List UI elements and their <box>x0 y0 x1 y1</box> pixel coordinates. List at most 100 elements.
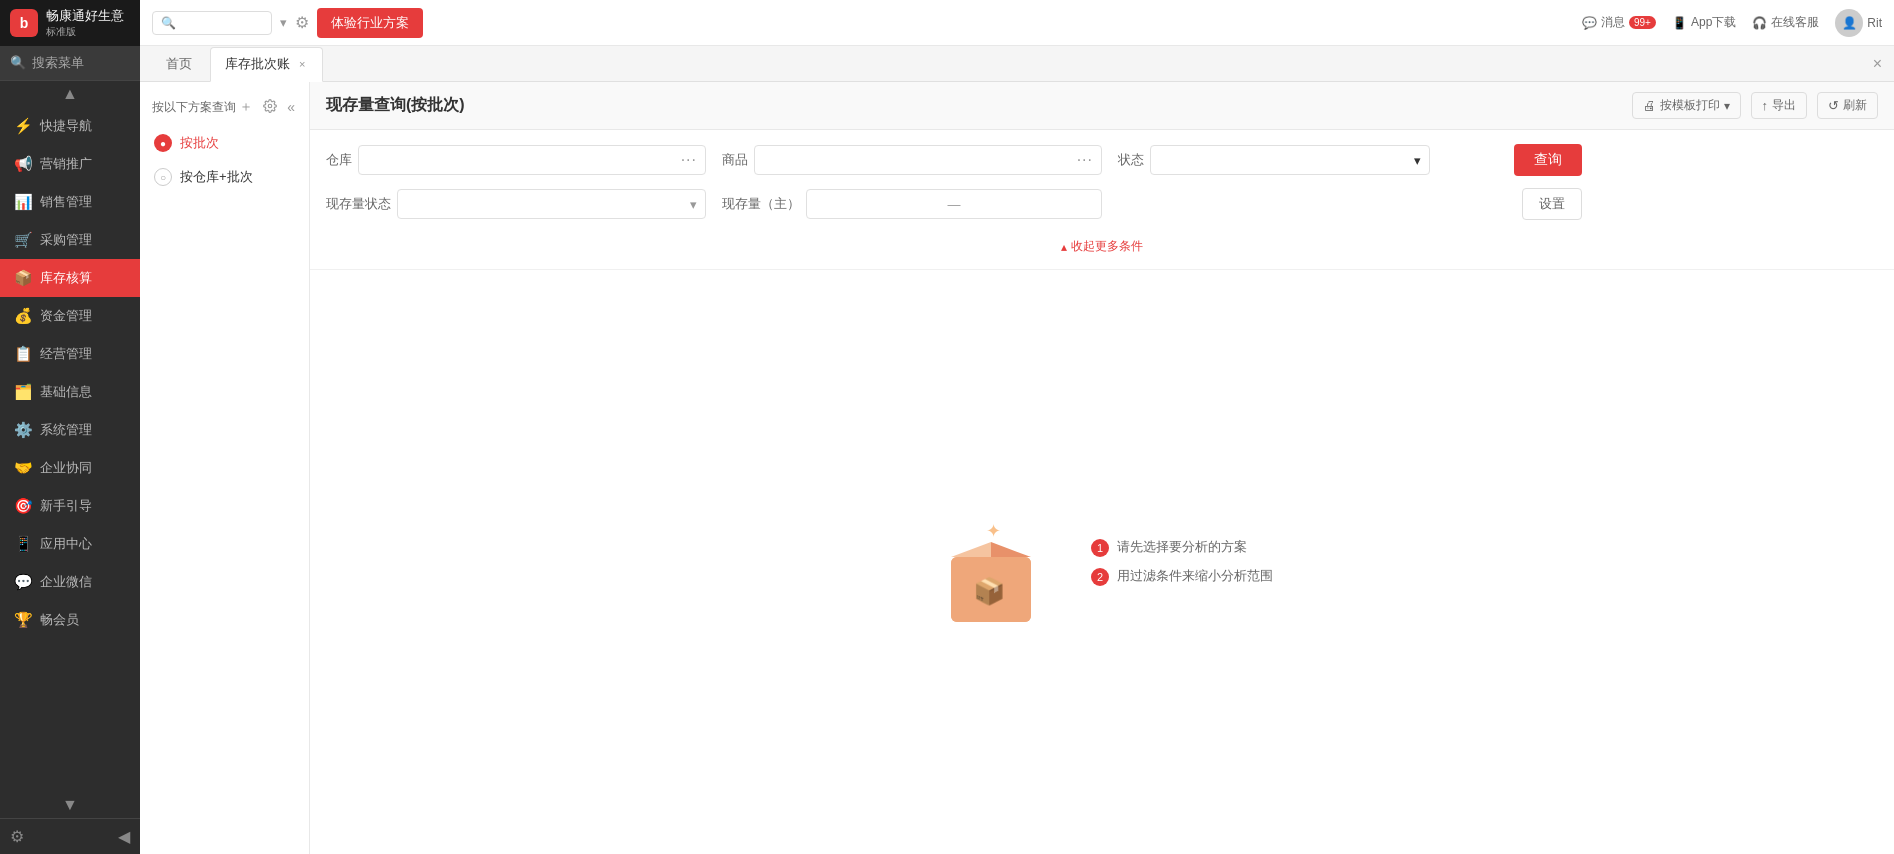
sidebar-item-wechat[interactable]: 💬 企业微信 <box>0 563 140 601</box>
empty-state: ✦ 📦 1 请先选择要分析的方案 2 用过滤条件来缩小分析范围 <box>310 270 1894 854</box>
brand-sub: 标准版 <box>46 25 124 38</box>
finance-icon: 💰 <box>14 307 32 325</box>
sidebar-item-sales[interactable]: 📊 销售管理 <box>0 183 140 221</box>
tab-inventory-batch[interactable]: 库存批次账 × <box>210 47 323 82</box>
add-plan-btn[interactable]: ＋ <box>237 96 255 118</box>
phone-icon: 📱 <box>1672 16 1687 30</box>
inventory-icon: 📦 <box>14 269 32 287</box>
appstore-icon: 📱 <box>14 535 32 553</box>
sidebar-item-label: 企业协同 <box>40 459 92 477</box>
sidebar-item-purchase[interactable]: 🛒 采购管理 <box>0 221 140 259</box>
sidebar-item-label: 快捷导航 <box>40 117 92 135</box>
export-label: 导出 <box>1772 97 1796 114</box>
app-download-action[interactable]: 📱 App下载 <box>1672 14 1736 31</box>
sidebar-item-label: 销售管理 <box>40 193 92 211</box>
stock-qty-range[interactable]: — <box>806 189 1102 219</box>
print-btn[interactable]: 🖨 按模板打印 ▾ <box>1632 92 1741 119</box>
query-btn[interactable]: 查询 <box>1514 144 1582 176</box>
settings-btn[interactable]: 设置 <box>1522 188 1582 220</box>
status-select[interactable]: ▾ <box>1150 145 1430 175</box>
empty-hint-2: 2 用过滤条件来缩小分析范围 <box>1091 567 1273 586</box>
svg-point-0 <box>268 104 272 108</box>
plan-item-by-batch[interactable]: ● 按批次 <box>140 126 309 160</box>
filter-group-goods: 商品 ··· <box>722 145 1102 175</box>
sidebar-item-finance[interactable]: 💰 资金管理 <box>0 297 140 335</box>
print-icon: 🖨 <box>1643 98 1656 113</box>
scroll-down-btn[interactable]: ▼ <box>0 792 140 818</box>
app-logo: b <box>10 9 38 37</box>
sidebar-item-member[interactable]: 🏆 畅会员 <box>0 601 140 639</box>
sidebar-item-basic[interactable]: 🗂️ 基础信息 <box>0 373 140 411</box>
close-panel-btn[interactable]: × <box>1873 55 1882 73</box>
app-download-label: App下载 <box>1691 14 1736 31</box>
export-btn[interactable]: ↑ 导出 <box>1751 92 1808 119</box>
status-label: 状态 <box>1118 151 1144 169</box>
system-icon: ⚙️ <box>14 421 32 439</box>
stock-status-dropdown-icon: ▾ <box>690 197 697 212</box>
tab-home[interactable]: 首页 <box>152 46 206 81</box>
filter-area: 仓库 ··· 商品 ··· 状态 <box>310 130 1894 270</box>
topbar-search-box[interactable]: 🔍 <box>152 11 272 35</box>
panel-header-actions: ＋ « <box>237 96 297 118</box>
purchase-icon: 🛒 <box>14 231 32 249</box>
sidebar-item-label: 应用中心 <box>40 535 92 553</box>
plan-item-by-warehouse-batch[interactable]: ○ 按仓库+批次 <box>140 160 309 194</box>
sidebar-item-inventory[interactable]: 📦 库存核算 <box>0 259 140 297</box>
filter-row-2: 现存量状态 ▾ 现存量（主） — <box>326 188 1878 220</box>
sidebar-footer: ⚙ ◀ <box>0 818 140 854</box>
online-service-action[interactable]: 🎧 在线客服 <box>1752 14 1819 31</box>
plan-label: 按批次 <box>180 134 219 152</box>
warehouse-input[interactable]: ··· <box>358 145 706 175</box>
sidebar-item-newbie[interactable]: 🎯 新手引导 <box>0 487 140 525</box>
user-avatar[interactable]: 👤 Rit <box>1835 9 1882 37</box>
scroll-up-btn[interactable]: ▲ <box>0 81 140 107</box>
empty-hints: 1 请先选择要分析的方案 2 用过滤条件来缩小分析范围 <box>1091 538 1273 586</box>
sidebar-item-label: 营销推广 <box>40 155 92 173</box>
plan-settings-btn[interactable] <box>261 97 279 118</box>
collapse-row[interactable]: ▴ 收起更多条件 <box>326 232 1878 261</box>
search-label: 搜索菜单 <box>32 54 84 72</box>
hint-num-2: 2 <box>1091 568 1109 586</box>
filter-group-stock-status: 现存量状态 ▾ <box>326 189 706 219</box>
stock-status-select[interactable]: ▾ <box>397 189 706 219</box>
tab-close-btn[interactable]: × <box>296 57 308 71</box>
status-dropdown-icon: ▾ <box>1414 153 1421 168</box>
panel-collapse-btn[interactable]: « <box>285 97 297 117</box>
sales-icon: 📊 <box>14 193 32 211</box>
username: Rit <box>1867 16 1882 30</box>
filter-group-warehouse: 仓库 ··· <box>326 145 706 175</box>
warehouse-dots: ··· <box>681 151 697 169</box>
topbar-right: 💬 消息 99+ 📱 App下载 🎧 在线客服 👤 Rit <box>1582 9 1882 37</box>
sidebar-search[interactable]: 🔍 搜索菜单 <box>0 46 140 81</box>
brand-name: 畅康通好生意 <box>46 8 124 25</box>
search-icon: 🔍 <box>10 55 26 70</box>
refresh-icon: ↺ <box>1828 98 1839 113</box>
sidebar-item-enterprise[interactable]: 🤝 企业协同 <box>0 449 140 487</box>
sidebar-item-quick-nav[interactable]: ⚡ 快捷导航 <box>0 107 140 145</box>
topbar-left: 🔍 ▾ ⚙ 体验行业方案 <box>152 8 1574 38</box>
topbar-settings-icon[interactable]: ⚙ <box>295 13 309 32</box>
topbar: 🔍 ▾ ⚙ 体验行业方案 💬 消息 99+ 📱 App下载 🎧 在线客服 👤 <box>140 0 1894 46</box>
sidebar-item-label: 企业微信 <box>40 573 92 591</box>
experience-btn[interactable]: 体验行业方案 <box>317 8 423 38</box>
filter-group-status: 状态 ▾ <box>1118 145 1498 175</box>
footer-collapse-icon[interactable]: ◀ <box>118 827 130 846</box>
sidebar-item-appstore[interactable]: 📱 应用中心 <box>0 525 140 563</box>
chevron-up-icon: ▴ <box>1061 240 1067 254</box>
messages-badge: 99+ <box>1629 16 1656 29</box>
sidebar-item-operation[interactable]: 📋 经营管理 <box>0 335 140 373</box>
sidebar-item-system[interactable]: ⚙️ 系统管理 <box>0 411 140 449</box>
sidebar-item-label: 畅会员 <box>40 611 79 629</box>
goods-input[interactable]: ··· <box>754 145 1102 175</box>
content: 按以下方案查询 ＋ « ● 按批次 ○ 按仓库+批次 <box>140 82 1894 854</box>
tab-inventory-batch-label: 库存批次账 <box>225 55 290 73</box>
topbar-dropdown-icon[interactable]: ▾ <box>280 15 287 30</box>
refresh-btn[interactable]: ↺ 刷新 <box>1817 92 1878 119</box>
sidebar-item-label: 经营管理 <box>40 345 92 363</box>
svg-text:✦: ✦ <box>986 521 1001 541</box>
panel-header-label: 按以下方案查询 <box>152 99 236 116</box>
headset-icon: 🎧 <box>1752 16 1767 30</box>
sidebar-item-marketing[interactable]: 📢 营销推广 <box>0 145 140 183</box>
messages-action[interactable]: 💬 消息 99+ <box>1582 14 1656 31</box>
footer-settings-icon[interactable]: ⚙ <box>10 827 24 846</box>
